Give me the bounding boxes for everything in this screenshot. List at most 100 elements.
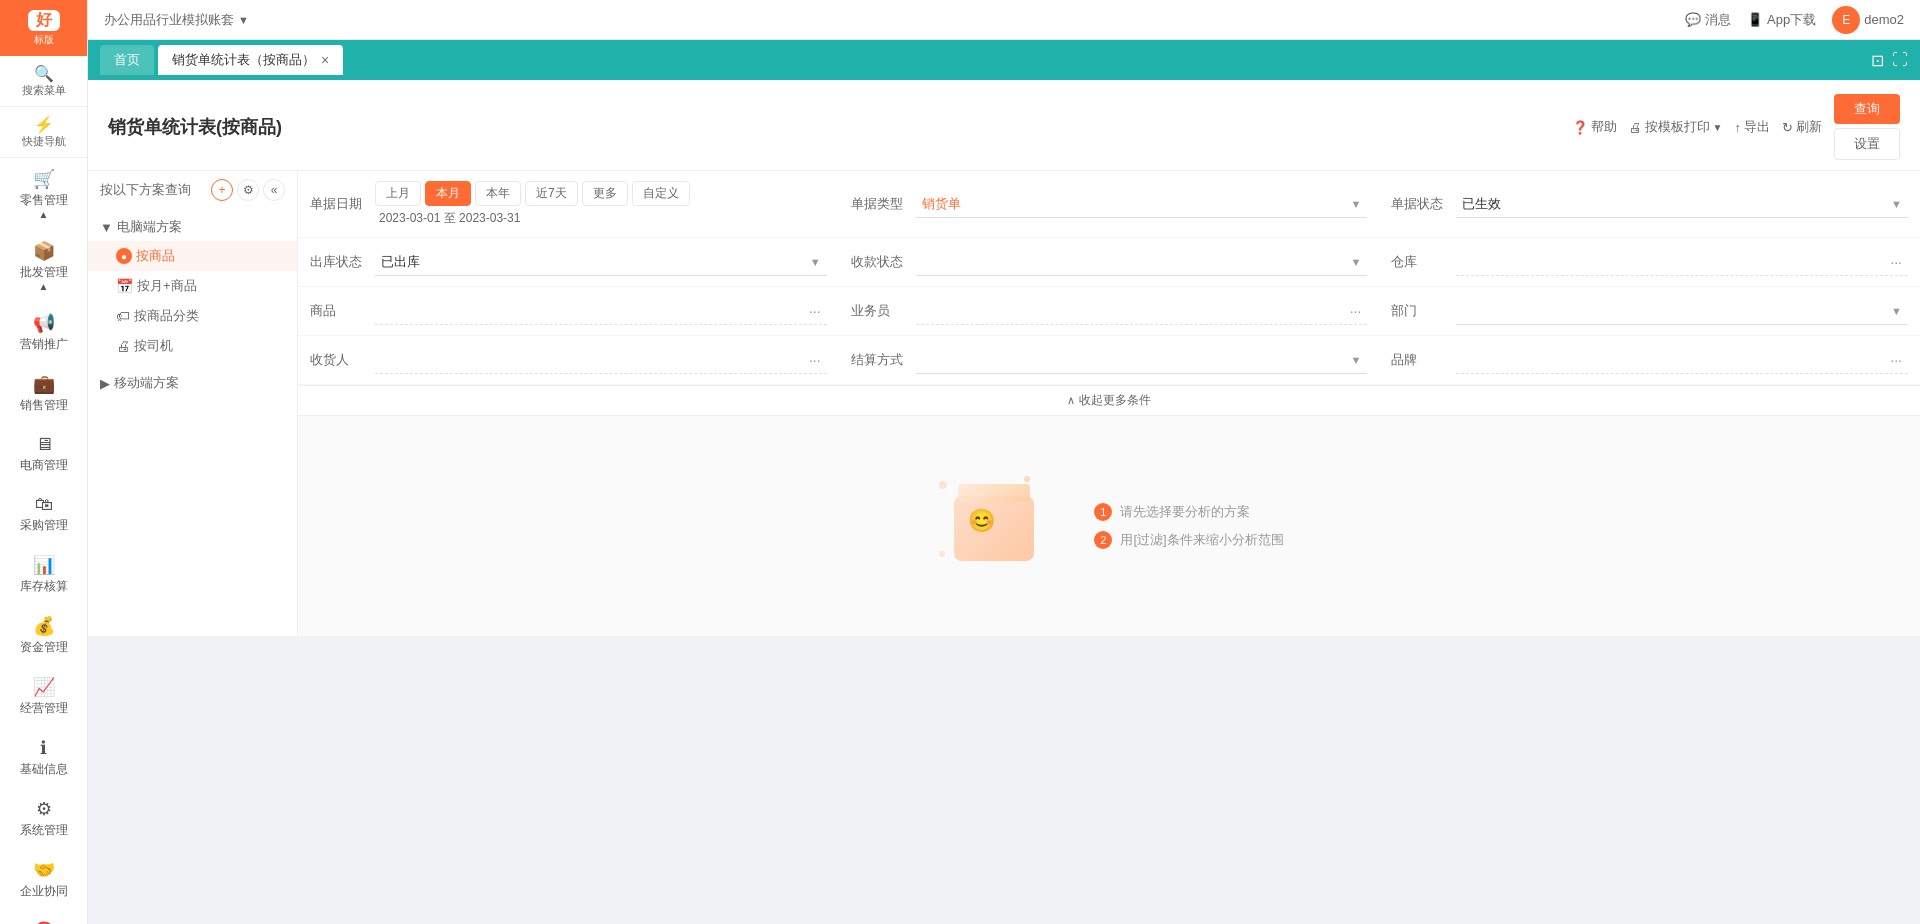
settings-btn[interactable]: 设置 xyxy=(1834,128,1900,160)
settlement-select[interactable]: ▼ xyxy=(916,346,1368,374)
app-download-btn[interactable]: 📱 App下载 xyxy=(1747,11,1816,29)
empty-steps: 1 请先选择要分析的方案 2 用[过滤]条件来缩小分析范围 xyxy=(1094,503,1283,549)
tree-item-by-category[interactable]: 🏷 按商品分类 xyxy=(88,301,297,331)
enterprise-icon: 🤝 xyxy=(33,859,55,881)
consignee-label: 收货人 xyxy=(310,351,375,369)
refresh-btn[interactable]: ↻ 刷新 xyxy=(1782,118,1822,136)
tab-home[interactable]: 首页 xyxy=(100,45,154,75)
retail-icon: 🛒 xyxy=(33,168,55,190)
date-this-month[interactable]: 本月 xyxy=(425,181,471,206)
warehouse-status-cell: 出库状态 已出库 ▼ xyxy=(298,238,839,286)
warehouse-input[interactable]: ··· xyxy=(1456,248,1908,276)
date-custom[interactable]: 自定义 xyxy=(632,181,690,206)
logo-text: 标版 xyxy=(34,33,54,47)
product-input[interactable]: ··· xyxy=(375,297,827,325)
payment-status-select[interactable]: ▼ xyxy=(916,248,1368,276)
product-dots-btn[interactable]: ··· xyxy=(809,303,821,319)
warehouse-dots-btn[interactable]: ··· xyxy=(1890,254,1902,270)
sidebar-search[interactable]: 🔍 搜索菜单 xyxy=(0,56,87,107)
tab-sales-stats[interactable]: 销货单统计表（按商品） × xyxy=(158,45,343,75)
tree-item-icon-month: 📅 xyxy=(116,278,133,294)
sidebar-item-purchase[interactable]: 🛍 采购管理 xyxy=(0,484,87,544)
sidebar-item-guide[interactable]: 🎯 新手引导 xyxy=(0,910,87,924)
system-icon: ⚙ xyxy=(36,798,52,820)
tree-item-by-driver[interactable]: 🖨 按司机 xyxy=(88,331,297,361)
sidebar-item-operations[interactable]: 📈 经营管理 xyxy=(0,666,87,727)
message-icon: 💬 xyxy=(1685,12,1701,27)
tree-expand-icon: ▼ xyxy=(100,220,113,235)
sidebar-item-inventory[interactable]: 📊 库存核算 xyxy=(0,544,87,605)
message-btn[interactable]: 💬 消息 xyxy=(1685,11,1731,29)
date-last-7[interactable]: 近7天 xyxy=(525,181,578,206)
tab-expand-btn[interactable]: ⊡ ⛶ xyxy=(1871,51,1908,70)
consignee-dots-btn[interactable]: ··· xyxy=(809,352,821,368)
filter-section: 单据日期 上月 本月 本年 近7天 更多 自定义 2023-03-01 至 20… xyxy=(298,171,1920,416)
mobile-group-header[interactable]: ▶ 移动端方案 xyxy=(88,369,297,397)
warehouse-cell: 仓库 ··· xyxy=(1379,238,1920,286)
marketing-icon: 📢 xyxy=(33,312,55,334)
warehouse-status-select[interactable]: 已出库 ▼ xyxy=(375,248,827,276)
doc-status-select[interactable]: 已生效 ▼ xyxy=(1456,190,1908,218)
department-select[interactable]: ▼ xyxy=(1456,297,1908,325)
refresh-icon: ↻ xyxy=(1782,120,1793,135)
brand-input[interactable]: ··· xyxy=(1456,346,1908,374)
empty-step-2: 2 用[过滤]条件来缩小分析范围 xyxy=(1094,531,1283,549)
query-btn[interactable]: 查询 xyxy=(1834,94,1900,124)
filter-row-4: 收货人 ··· 结算方式 xyxy=(298,336,1920,385)
header-right: 💬 消息 📱 App下载 E demo2 xyxy=(1685,6,1904,34)
sidebar-item-enterprise[interactable]: 🤝 企业协同 xyxy=(0,849,87,910)
print-btn[interactable]: 🖨 按模板打印 ▼ xyxy=(1629,118,1723,136)
tree-item-by-month-product[interactable]: 📅 按月+商品 xyxy=(88,271,297,301)
help-btn[interactable]: ❓ 帮助 xyxy=(1572,118,1617,136)
date-last-month[interactable]: 上月 xyxy=(375,181,421,206)
panel-collapse-btn[interactable]: « xyxy=(263,179,285,201)
settlement-cell: 结算方式 ▼ xyxy=(839,336,1380,384)
tree-item-by-product[interactable]: ● 按商品 xyxy=(88,241,297,271)
top-header: 办公用品行业模拟账套 ▼ 💬 消息 📱 App下载 E demo2 xyxy=(88,0,1920,40)
department-chevron-icon: ▼ xyxy=(1891,305,1902,317)
collapse-bar[interactable]: ∧ 收起更多条件 xyxy=(298,385,1920,416)
plan-settings-btn[interactable]: ⚙ xyxy=(237,179,259,201)
sidebar-item-ecommerce[interactable]: 🖥 电商管理 xyxy=(0,424,87,484)
brand-dots-btn[interactable]: ··· xyxy=(1890,352,1902,368)
consignee-input[interactable]: ··· xyxy=(375,346,827,374)
tab-close-icon[interactable]: × xyxy=(321,52,329,68)
export-icon: ↑ xyxy=(1735,120,1742,135)
desktop-group-header[interactable]: ▼ 电脑端方案 xyxy=(88,213,297,241)
operations-icon: 📈 xyxy=(33,676,55,698)
doc-status-cell: 单据状态 已生效 ▼ xyxy=(1379,171,1920,237)
payment-status-chevron-icon: ▼ xyxy=(1350,256,1361,268)
sidebar-item-retail[interactable]: 🛒 零售管理 ▲ xyxy=(0,158,87,230)
mobile-group-label: 移动端方案 xyxy=(114,374,179,392)
salesperson-input[interactable]: ··· xyxy=(916,297,1368,325)
left-panel-header: 按以下方案查询 + ⚙ « xyxy=(88,171,297,209)
filter-row-1: 单据日期 上月 本月 本年 近7天 更多 自定义 2023-03-01 至 20… xyxy=(298,171,1920,238)
product-label: 商品 xyxy=(310,302,375,320)
sidebar-item-basics[interactable]: ℹ 基础信息 xyxy=(0,727,87,788)
desktop-group: ▼ 电脑端方案 ● 按商品 📅 按月+商品 🏷 xyxy=(88,209,297,365)
wholesale-icon: 📦 xyxy=(33,240,55,262)
settlement-label: 结算方式 xyxy=(851,351,916,369)
sidebar-quick-nav[interactable]: ⚡ 快捷导航 xyxy=(0,107,87,158)
payment-status-label: 收款状态 xyxy=(851,253,916,271)
collapse-chevron-icon: ∧ xyxy=(1067,394,1075,407)
step-1-text: 请先选择要分析的方案 xyxy=(1120,503,1250,521)
doc-type-select[interactable]: 销货单 ▼ xyxy=(916,190,1368,218)
sidebar-item-wholesale[interactable]: 📦 批发管理 ▲ xyxy=(0,230,87,302)
doc-type-label: 单据类型 xyxy=(851,195,916,213)
filter-row-3: 商品 ··· 业务员 ·· xyxy=(298,287,1920,336)
app-title-dropdown[interactable]: 办公用品行业模拟账套 ▼ xyxy=(104,11,249,29)
add-plan-btn[interactable]: + xyxy=(211,179,233,201)
sidebar-item-system[interactable]: ⚙ 系统管理 xyxy=(0,788,87,849)
sidebar-item-finance[interactable]: 💰 资金管理 xyxy=(0,605,87,666)
purchase-icon: 🛍 xyxy=(35,494,53,515)
main-area: 办公用品行业模拟账套 ▼ 💬 消息 📱 App下载 E demo2 首页 销货单… xyxy=(88,0,1920,924)
date-more[interactable]: 更多 xyxy=(582,181,628,206)
user-profile[interactable]: E demo2 xyxy=(1832,6,1904,34)
salesperson-dots-btn[interactable]: ··· xyxy=(1350,303,1362,319)
export-btn[interactable]: ↑ 导出 xyxy=(1735,118,1771,136)
sidebar-item-sales[interactable]: 💼 销售管理 xyxy=(0,363,87,424)
minimize-icon: ⊡ xyxy=(1871,51,1884,70)
sidebar-item-marketing[interactable]: 📢 营销推广 xyxy=(0,302,87,363)
date-this-year[interactable]: 本年 xyxy=(475,181,521,206)
